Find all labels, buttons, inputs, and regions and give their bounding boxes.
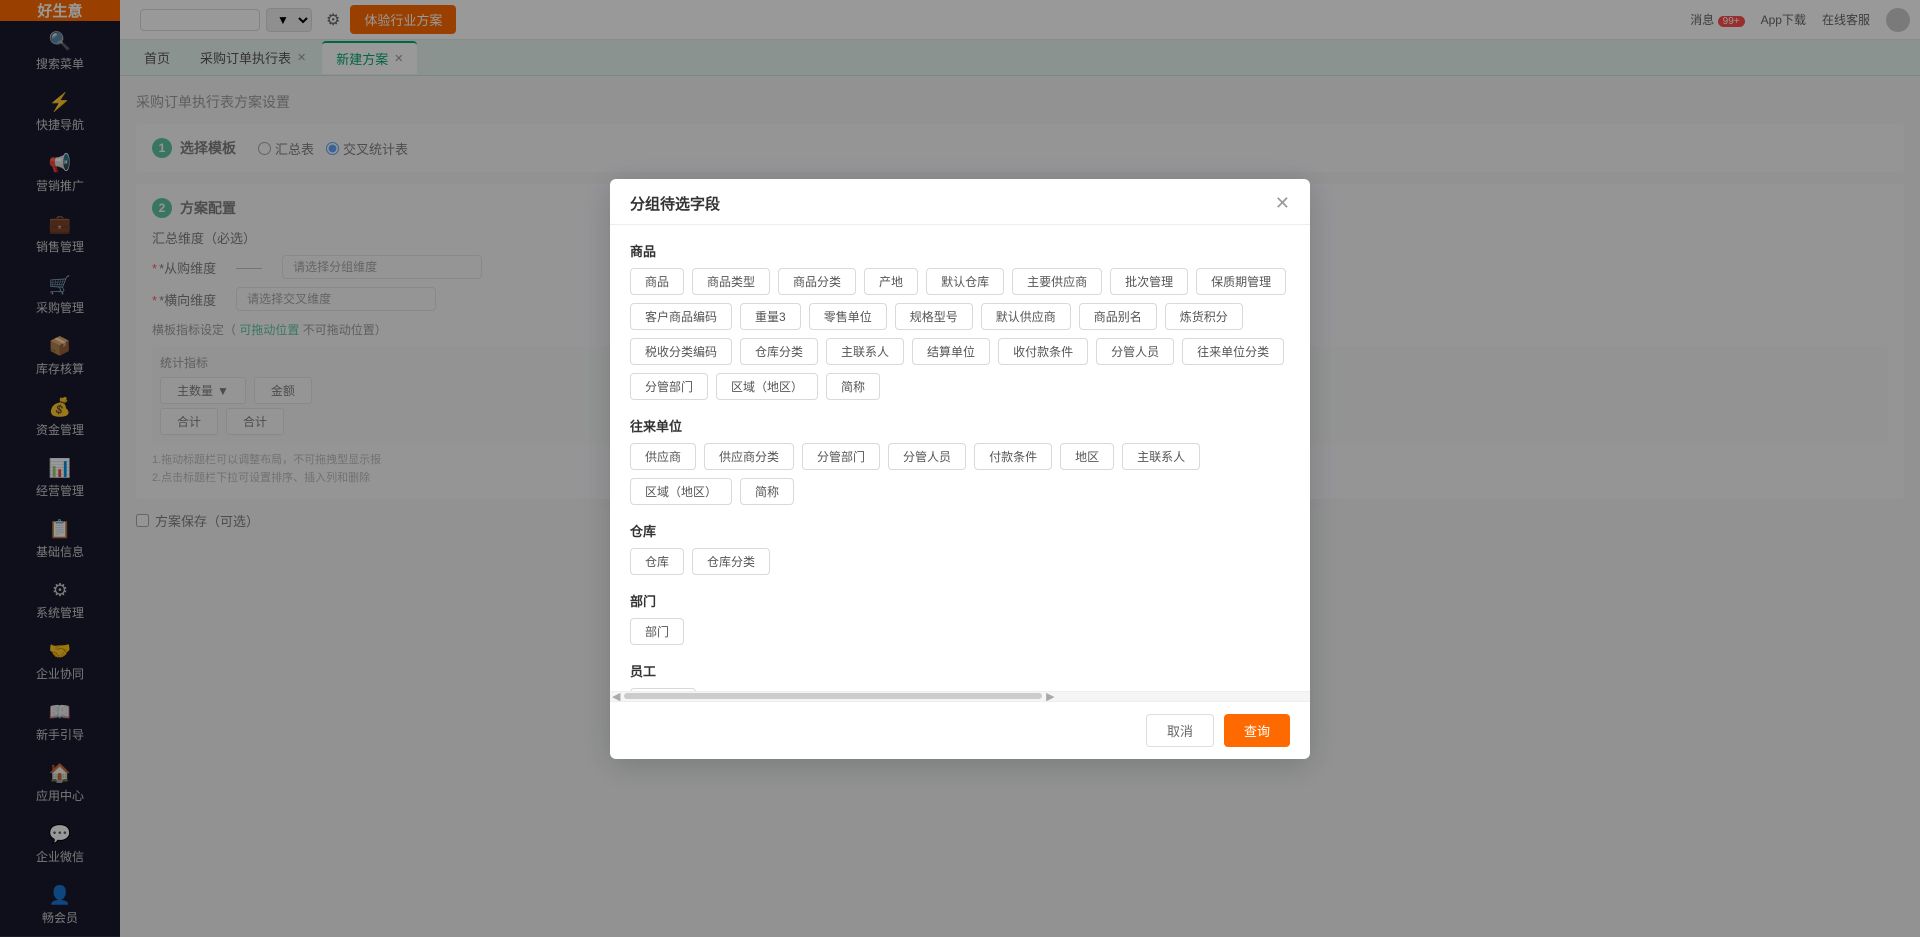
field-tag-0-7[interactable]: 保质期管理 xyxy=(1196,268,1286,295)
modal-dialog: 分组待选字段 ✕ 商品商品商品类型商品分类产地默认仓库主要供应商批次管理保质期管… xyxy=(610,179,1310,759)
modal-title: 分组待选字段 xyxy=(630,193,720,214)
field-tag-1-8[interactable]: 简称 xyxy=(740,478,794,505)
field-tag-0-0[interactable]: 商品 xyxy=(630,268,684,295)
field-group-title-4: 员工 xyxy=(630,661,1290,680)
field-list-1: 供应商供应商分类分管部门分管人员付款条件地区主联系人区域（地区） 简称 xyxy=(630,443,1290,505)
cancel-button[interactable]: 取消 xyxy=(1146,714,1214,747)
field-group-3: 部门部门 xyxy=(630,591,1290,645)
field-tag-0-12[interactable]: 默认供应商 xyxy=(981,303,1071,330)
modal-close-icon[interactable]: ✕ xyxy=(1275,193,1290,214)
field-tag-0-9[interactable]: 重量3 xyxy=(740,303,801,330)
field-tag-0-3[interactable]: 产地 xyxy=(864,268,918,295)
field-list-2: 仓库仓库分类 xyxy=(630,548,1290,575)
field-tag-0-19[interactable]: 收付款条件 xyxy=(998,338,1088,365)
modal-header: 分组待选字段 ✕ xyxy=(610,179,1310,225)
field-tag-0-16[interactable]: 仓库分类 xyxy=(740,338,818,365)
modal-body[interactable]: 商品商品商品类型商品分类产地默认仓库主要供应商批次管理保质期管理客户商品编码重量… xyxy=(610,225,1310,691)
field-tag-0-14[interactable]: 炼货积分 xyxy=(1165,303,1243,330)
field-group-title-0: 商品 xyxy=(630,241,1290,260)
field-tag-0-10[interactable]: 零售单位 xyxy=(809,303,887,330)
field-tag-0-18[interactable]: 结算单位 xyxy=(912,338,990,365)
field-tag-0-17[interactable]: 主联系人 xyxy=(826,338,904,365)
field-tag-0-2[interactable]: 商品分类 xyxy=(778,268,856,295)
field-group-title-3: 部门 xyxy=(630,591,1290,610)
hscroll-bar xyxy=(624,693,1042,699)
field-tag-1-4[interactable]: 付款条件 xyxy=(974,443,1052,470)
field-list-3: 部门 xyxy=(630,618,1290,645)
field-tag-1-2[interactable]: 分管部门 xyxy=(802,443,880,470)
field-tag-0-4[interactable]: 默认仓库 xyxy=(926,268,1004,295)
field-tag-0-24[interactable]: 简称 xyxy=(826,373,880,400)
field-tag-0-22[interactable]: 分管部门 xyxy=(630,373,708,400)
field-tag-0-20[interactable]: 分管人员 xyxy=(1096,338,1174,365)
field-tag-3-0[interactable]: 部门 xyxy=(630,618,684,645)
field-tag-1-0[interactable]: 供应商 xyxy=(630,443,696,470)
modal-overlay: 分组待选字段 ✕ 商品商品商品类型商品分类产地默认仓库主要供应商批次管理保质期管… xyxy=(0,0,1920,937)
field-tag-1-6[interactable]: 主联系人 xyxy=(1122,443,1200,470)
field-group-0: 商品商品商品类型商品分类产地默认仓库主要供应商批次管理保质期管理客户商品编码重量… xyxy=(630,241,1290,400)
field-tag-0-23[interactable]: 区域（地区） xyxy=(716,373,818,400)
field-tag-1-7[interactable]: 区域（地区） xyxy=(630,478,732,505)
field-tag-1-1[interactable]: 供应商分类 xyxy=(704,443,794,470)
modal-footer: 取消 查询 xyxy=(610,701,1310,759)
field-tag-0-1[interactable]: 商品类型 xyxy=(692,268,770,295)
field-tag-0-8[interactable]: 客户商品编码 xyxy=(630,303,732,330)
field-tag-0-15[interactable]: 税收分类编码 xyxy=(630,338,732,365)
field-tag-0-11[interactable]: 规格型号 xyxy=(895,303,973,330)
field-list-0: 商品商品类型商品分类产地默认仓库主要供应商批次管理保质期管理客户商品编码重量3 零… xyxy=(630,268,1290,400)
field-group-4: 员工业务员 xyxy=(630,661,1290,691)
field-tag-0-5[interactable]: 主要供应商 xyxy=(1012,268,1102,295)
field-group-1: 往来单位供应商供应商分类分管部门分管人员付款条件地区主联系人区域（地区） 简称 xyxy=(630,416,1290,505)
field-tag-0-21[interactable]: 往来单位分类 xyxy=(1182,338,1284,365)
field-tag-1-5[interactable]: 地区 xyxy=(1060,443,1114,470)
field-tag-0-13[interactable]: 商品别名 xyxy=(1079,303,1157,330)
field-group-2: 仓库仓库仓库分类 xyxy=(630,521,1290,575)
modal-hscroll: ◀ ▶ xyxy=(610,691,1310,701)
field-tag-2-0[interactable]: 仓库 xyxy=(630,548,684,575)
field-tag-2-1[interactable]: 仓库分类 xyxy=(692,548,770,575)
field-group-title-1: 往来单位 xyxy=(630,416,1290,435)
field-tag-0-6[interactable]: 批次管理 xyxy=(1110,268,1188,295)
confirm-button[interactable]: 查询 xyxy=(1224,714,1290,747)
field-tag-1-3[interactable]: 分管人员 xyxy=(888,443,966,470)
field-group-title-2: 仓库 xyxy=(630,521,1290,540)
